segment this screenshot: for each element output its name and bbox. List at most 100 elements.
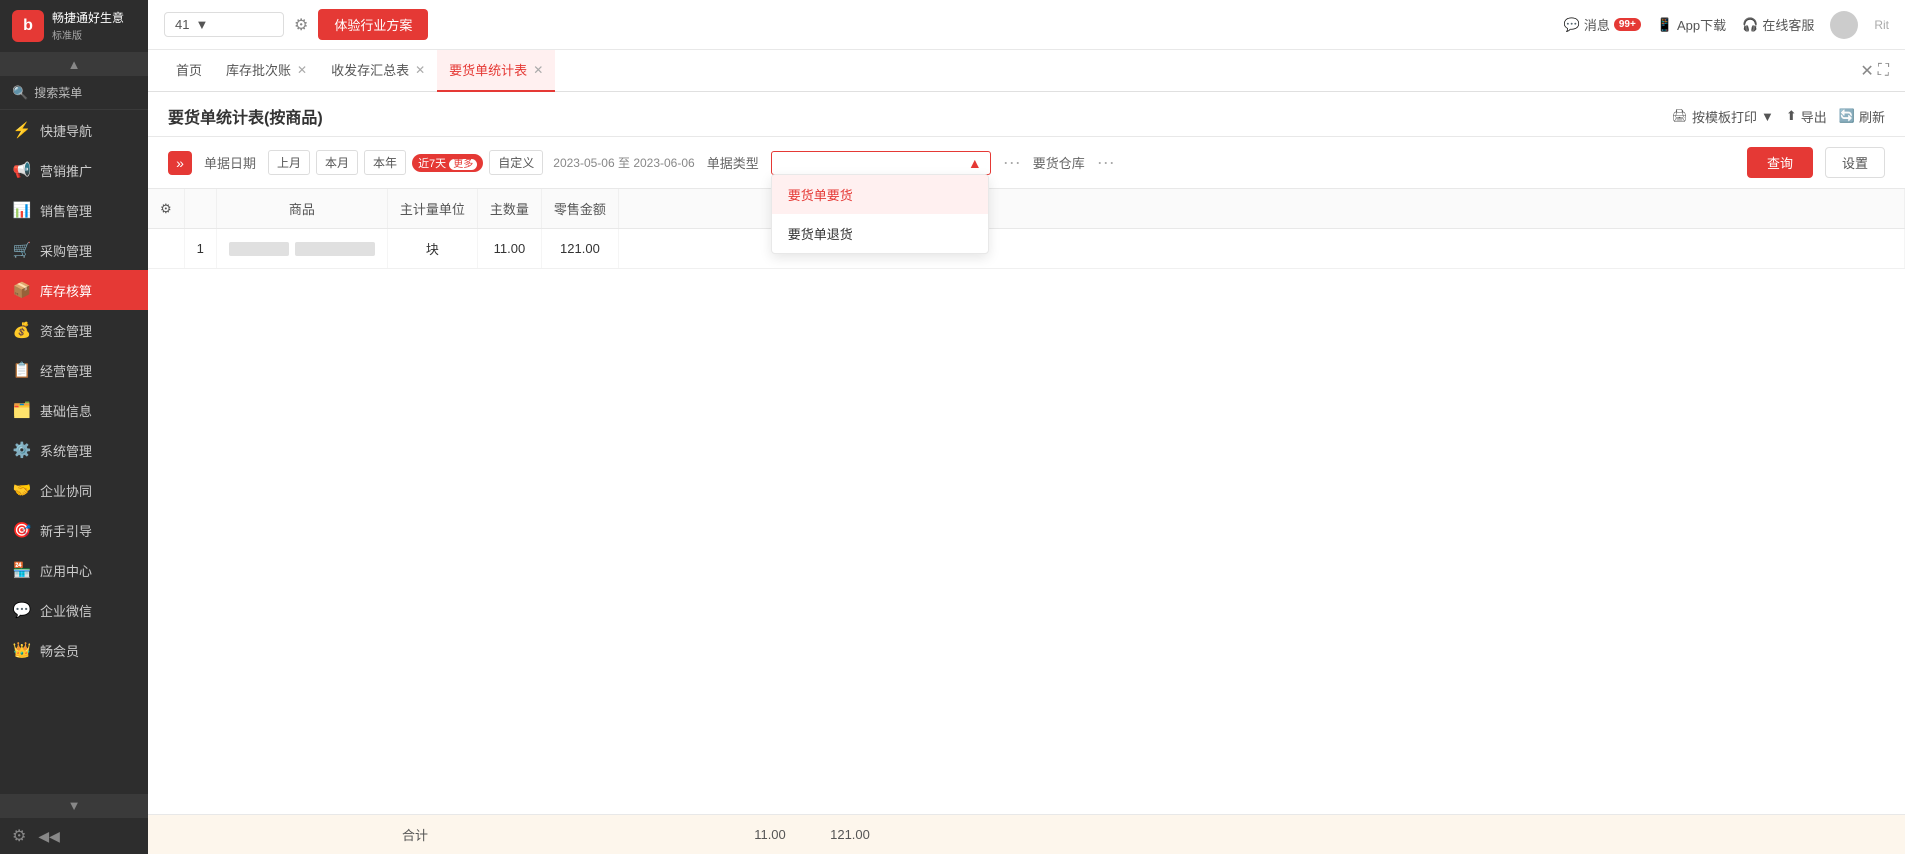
system-icon: ⚙️ (12, 440, 32, 460)
sidebar-item-appstore[interactable]: 🏪 应用中心 (0, 550, 148, 590)
customer-service-label: 在线客服 (1762, 15, 1814, 34)
data-table: ⚙ 商品 主计量单位 主数量 零售金额 1 (148, 189, 1905, 269)
search-query-btn[interactable]: 查询 (1747, 147, 1813, 178)
date-custom-btn[interactable]: 自定义 (489, 150, 543, 175)
tab-home[interactable]: 首页 (164, 50, 214, 92)
date-last-month-btn[interactable]: 上月 (268, 150, 310, 175)
store-selector[interactable]: 41 ▼ (164, 12, 284, 37)
footer-label: 合计 (390, 825, 610, 844)
app-logo-text: 畅捷通好生意 标准版 (52, 10, 124, 42)
print-dropdown-arrow[interactable]: ▼ (1761, 109, 1774, 124)
filter-expand-btn[interactable]: » (168, 151, 192, 175)
date-this-month-btn[interactable]: 本月 (316, 150, 358, 175)
dropdown-item-order-purchase[interactable]: 要货单要货 (772, 175, 988, 214)
expand-tabs-btn[interactable]: ⛶ (1878, 62, 1889, 80)
sales-icon: 📊 (12, 200, 32, 220)
tabbar: 首页 库存批次账 ✕ 收发存汇总表 ✕ 要货单统计表 ✕ ✕ ⛶ (148, 50, 1905, 92)
page-title: 要货单统计表(按商品) (168, 104, 323, 128)
td-amount: 121.00 (541, 229, 618, 269)
product-image-placeholder (229, 242, 289, 256)
sidebar-item-label: 采购管理 (40, 241, 92, 260)
export-btn[interactable]: ⬆ 导出 (1786, 107, 1827, 126)
guide-icon: 🎯 (12, 520, 32, 540)
trial-btn[interactable]: 体验行业方案 (318, 9, 428, 40)
sidebar-item-marketing[interactable]: 📢 营销推广 (0, 150, 148, 190)
sidebar-item-guide[interactable]: 🎯 新手引导 (0, 510, 148, 550)
table-header-row: ⚙ 商品 主计量单位 主数量 零售金额 (148, 189, 1905, 229)
th-quantity: 主数量 (477, 189, 541, 229)
sidebar-item-wechat[interactable]: 💬 企业微信 (0, 590, 148, 630)
date-filter-group: 上月 本月 本年 近7天 更多 自定义 2023-05-06 至 2023-06… (268, 150, 695, 175)
td-product (216, 229, 387, 269)
sidebar: b 畅捷通好生意 标准版 ▲ 🔍 搜索菜单 ⚡ 快捷导航 📢 营销推广 📊 销售… (0, 0, 148, 854)
more-filters-btn[interactable]: ··· (1003, 152, 1021, 173)
print-template-btn[interactable]: 🖨 按模板打印 ▼ (1671, 107, 1773, 126)
sidebar-logo: b 畅捷通好生意 标准版 (0, 0, 148, 53)
warehouse-filter-label: 要货仓库 (1033, 153, 1085, 172)
sidebar-item-base[interactable]: 🗂️ 基础信息 (0, 390, 148, 430)
tab-home-label: 首页 (176, 60, 202, 79)
sidebar-item-label: 应用中心 (40, 561, 92, 580)
dropdown-item-order-return[interactable]: 要货单退货 (772, 214, 988, 253)
td-quantity: 11.00 (477, 229, 541, 269)
search-label: 搜索菜单 (34, 84, 82, 101)
bell-icon: 💬 (1564, 17, 1580, 33)
sidebar-item-enterprise[interactable]: 🤝 企业协同 (0, 470, 148, 510)
sidebar-item-quick-nav[interactable]: ⚡ 快捷导航 (0, 110, 148, 150)
sidebar-scroll-down[interactable]: ▼ (0, 794, 148, 817)
footer-quantity: 11.00 (730, 827, 810, 842)
app-download-btn[interactable]: 📱 App下载 (1657, 15, 1726, 34)
tab-order-close[interactable]: ✕ (533, 63, 543, 77)
tab-receivable-summary[interactable]: 收发存汇总表 ✕ (319, 50, 437, 92)
footer-amount: 121.00 (810, 827, 890, 842)
type-filter-input[interactable] (780, 155, 968, 170)
page-content: 要货单统计表(按商品) 🖨 按模板打印 ▼ ⬆ 导出 🔄 刷新 » (148, 92, 1905, 854)
date-filter-label: 单据日期 (204, 153, 256, 172)
sidebar-item-finance[interactable]: 💰 资金管理 (0, 310, 148, 350)
table-row: 1 块 11.00 121.00 (148, 229, 1905, 269)
th-settings[interactable]: ⚙ (148, 189, 184, 229)
sidebar-item-vip[interactable]: 👑 畅会员 (0, 630, 148, 670)
store-name: 41 (175, 17, 189, 32)
tab-batch-label: 库存批次账 (226, 60, 291, 79)
finance-icon: 💰 (12, 320, 32, 340)
tab-receivable-close[interactable]: ✕ (415, 63, 425, 77)
topbar-right: 💬 消息 99+ 📱 App下载 🎧 在线客服 Rit (1564, 11, 1889, 39)
sidebar-item-sales[interactable]: 📊 销售管理 (0, 190, 148, 230)
app-name: 畅捷通好生意 (52, 10, 124, 27)
page-header: 要货单统计表(按商品) 🖨 按模板打印 ▼ ⬆ 导出 🔄 刷新 (148, 92, 1905, 137)
tab-batch-close[interactable]: ✕ (297, 63, 307, 77)
sidebar-item-label: 企业微信 (40, 601, 92, 620)
tab-batch-account[interactable]: 库存批次账 ✕ (214, 50, 319, 92)
refresh-btn[interactable]: 🔄 刷新 (1839, 107, 1885, 126)
sidebar-item-inventory[interactable]: 📦 库存核算 (0, 270, 148, 310)
main-area: 41 ▼ ⚙ 体验行业方案 💬 消息 99+ 📱 App下载 🎧 在线客服 Ri… (148, 0, 1905, 854)
warehouse-filter-more[interactable]: ··· (1097, 152, 1115, 173)
tab-order-stats[interactable]: 要货单统计表 ✕ (437, 50, 555, 92)
date-this-year-btn[interactable]: 本年 (364, 150, 406, 175)
topbar: 41 ▼ ⚙ 体验行业方案 💬 消息 99+ 📱 App下载 🎧 在线客服 Ri… (148, 0, 1905, 50)
topbar-settings-icon[interactable]: ⚙ (294, 15, 308, 35)
sidebar-item-label: 系统管理 (40, 441, 92, 460)
customer-service-btn[interactable]: 🎧 在线客服 (1742, 15, 1814, 34)
filter-bar: » 单据日期 上月 本月 本年 近7天 更多 自定义 2023-05-06 至 … (148, 137, 1905, 189)
user-avatar[interactable] (1830, 11, 1858, 39)
sidebar-settings-icon[interactable]: ⚙ (12, 826, 26, 846)
print-icon: 🖨 (1671, 108, 1688, 124)
sidebar-collapse-btn[interactable]: ◀◀ (38, 828, 60, 845)
filter-settings-btn[interactable]: 设置 (1825, 147, 1885, 178)
app-sub: 标准版 (52, 27, 124, 42)
sidebar-search-btn[interactable]: 🔍 搜索菜单 (0, 76, 148, 110)
date-recent-badge[interactable]: 近7天 更多 (412, 154, 483, 172)
purchase-icon: 🛒 (12, 240, 32, 260)
headset-icon: 🎧 (1742, 17, 1758, 33)
sidebar-item-system[interactable]: ⚙️ 系统管理 (0, 430, 148, 470)
th-index (184, 189, 216, 229)
close-all-tabs-btn[interactable]: ✕ (1860, 61, 1873, 81)
sidebar-item-purchase[interactable]: 🛒 采购管理 (0, 230, 148, 270)
data-table-container: ⚙ 商品 主计量单位 主数量 零售金额 1 (148, 189, 1905, 814)
type-filter-arrow[interactable]: ▲ (968, 155, 982, 171)
notifications-btn[interactable]: 💬 消息 99+ (1564, 15, 1641, 34)
sidebar-scroll-up[interactable]: ▲ (0, 53, 148, 76)
sidebar-item-operations[interactable]: 📋 经营管理 (0, 350, 148, 390)
